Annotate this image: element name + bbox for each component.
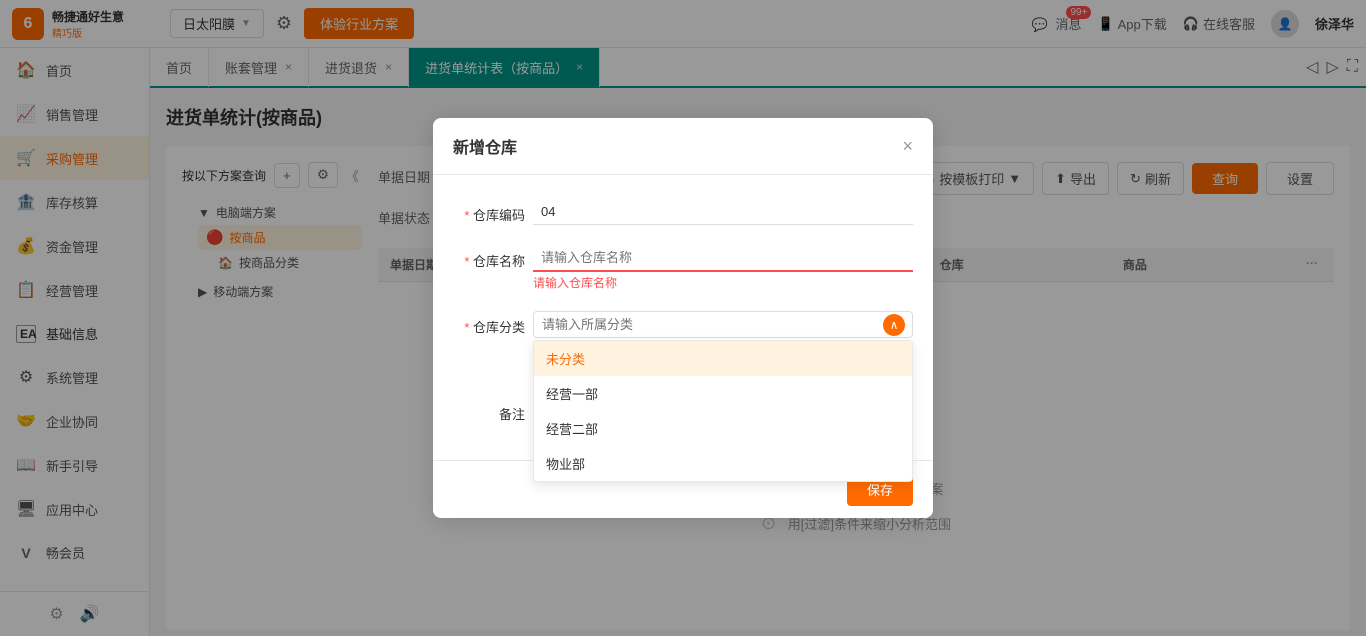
category-label: 仓库分类 bbox=[453, 311, 533, 336]
modal-field-code: 仓库编码 bbox=[453, 199, 913, 225]
notes-label: 备注 bbox=[453, 398, 533, 423]
modal-title: 新增仓库 bbox=[453, 134, 517, 158]
modal-field-name: 仓库名称 请输入仓库名称 bbox=[453, 245, 913, 291]
modal-field-category: 仓库分类 ∧ 未分类 经营一部 经营二部 物业部 bbox=[453, 311, 913, 338]
name-input[interactable] bbox=[533, 245, 913, 272]
dropdown-item-dept1[interactable]: 经营一部 bbox=[534, 376, 912, 411]
modal-body: 仓库编码 仓库名称 请输入仓库名称 仓库分类 ∧ bbox=[433, 175, 933, 460]
category-dropdown: 未分类 经营一部 经营二部 物业部 bbox=[533, 340, 913, 482]
category-input[interactable] bbox=[533, 311, 913, 338]
code-row: 仓库编码 bbox=[453, 199, 913, 225]
modal-overlay[interactable]: 新增仓库 × 仓库编码 仓库名称 请输入仓库名称 bbox=[0, 0, 1366, 636]
modal-new-warehouse: 新增仓库 × 仓库编码 仓库名称 请输入仓库名称 bbox=[433, 118, 933, 518]
category-chevron-icon[interactable]: ∧ bbox=[883, 314, 905, 336]
code-input[interactable] bbox=[533, 199, 913, 225]
dropdown-item-property[interactable]: 物业部 bbox=[534, 446, 912, 481]
modal-header: 新增仓库 × bbox=[433, 118, 933, 175]
name-row: 仓库名称 bbox=[453, 245, 913, 272]
name-error-msg: 请输入仓库名称 bbox=[533, 274, 913, 291]
dropdown-item-dept2[interactable]: 经营二部 bbox=[534, 411, 912, 446]
dropdown-item-uncategorized[interactable]: 未分类 bbox=[534, 341, 912, 376]
modal-close-button[interactable]: × bbox=[902, 136, 913, 157]
code-label: 仓库编码 bbox=[453, 199, 533, 224]
category-row: 仓库分类 ∧ 未分类 经营一部 经营二部 物业部 bbox=[453, 311, 913, 338]
name-label: 仓库名称 bbox=[453, 245, 533, 270]
category-input-wrap: ∧ 未分类 经营一部 经营二部 物业部 bbox=[533, 311, 913, 338]
